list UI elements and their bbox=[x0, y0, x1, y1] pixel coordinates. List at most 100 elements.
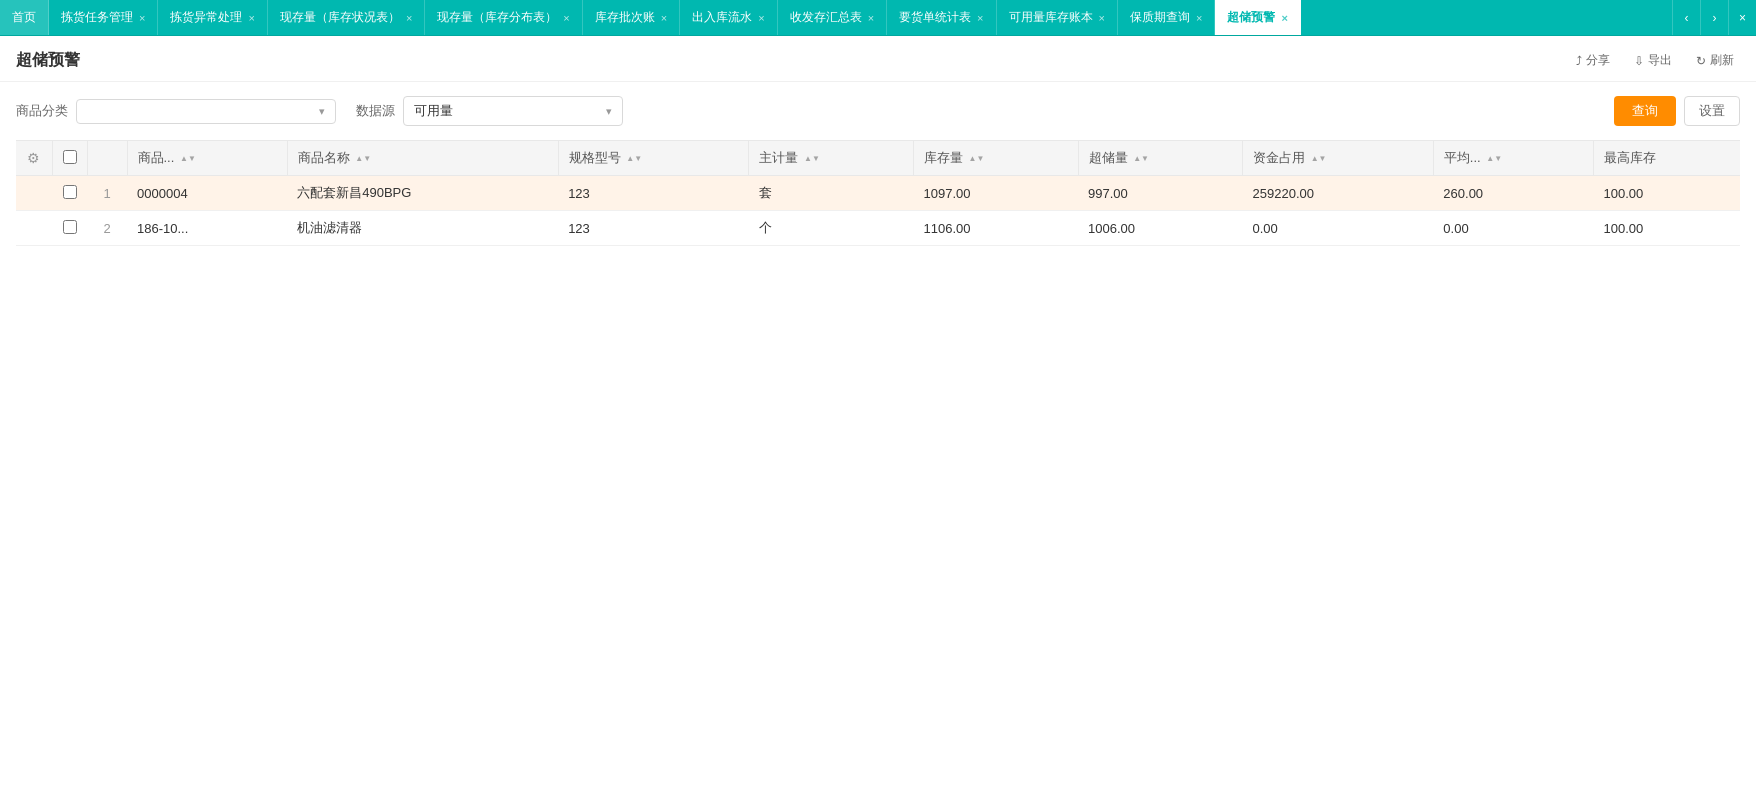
tab-quality-label: 保质期查询 bbox=[1130, 9, 1190, 26]
col-gear: ⚙ bbox=[16, 141, 52, 176]
col-max-stock-label: 最高库存 bbox=[1604, 150, 1656, 165]
tab-stock-dist[interactable]: 现存量（库存分布表） × bbox=[425, 0, 582, 36]
tab-batch-label: 库存批次账 bbox=[595, 9, 655, 26]
filter-bar: 商品分类 ▾ 数据源 可用量 ▾ 查询 设置 bbox=[0, 82, 1756, 140]
refresh-icon: ↻ bbox=[1696, 54, 1706, 68]
page-title: 超储预警 bbox=[16, 50, 80, 71]
tab-abnormal-close[interactable]: × bbox=[248, 12, 254, 24]
tab-avail-stock-label: 可用量库存账本 bbox=[1009, 9, 1093, 26]
export-label: 导出 bbox=[1648, 52, 1672, 69]
tab-overstock-label: 超储预警 bbox=[1227, 9, 1275, 26]
row-checkbox-cell-0[interactable] bbox=[52, 176, 87, 211]
tab-abnormal[interactable]: 拣货异常处理 × bbox=[158, 0, 267, 36]
export-button[interactable]: ⇩ 导出 bbox=[1628, 48, 1678, 73]
table-body: 1 0000004 六配套新昌490BPG 123 套 1097.00 997.… bbox=[16, 176, 1740, 246]
col-max-stock[interactable]: 最高库存 bbox=[1594, 141, 1740, 176]
share-label: 分享 bbox=[1586, 52, 1610, 69]
category-select[interactable]: ▾ bbox=[76, 99, 336, 124]
col-stock[interactable]: 库存量 ▲▼ bbox=[913, 141, 1078, 176]
datasource-select[interactable]: 可用量 ▾ bbox=[403, 96, 623, 126]
col-product-name-label: 商品名称 bbox=[298, 150, 350, 165]
row-avg-1: 0.00 bbox=[1433, 211, 1593, 246]
col-unit[interactable]: 主计量 ▲▼ bbox=[749, 141, 914, 176]
col-spec[interactable]: 规格型号 ▲▼ bbox=[558, 141, 749, 176]
table-header-row: ⚙ 商品... ▲▼ 商品名称 ▲▼ 规格型号 bbox=[16, 141, 1740, 176]
filter-actions: 查询 设置 bbox=[1614, 96, 1740, 126]
row-num-0: 1 bbox=[87, 176, 127, 211]
tab-batch-close[interactable]: × bbox=[661, 12, 667, 24]
tab-task-mgmt[interactable]: 拣货任务管理 × bbox=[49, 0, 158, 36]
sort-stock-icon[interactable]: ▲▼ bbox=[969, 155, 985, 163]
tab-avail-stock-close[interactable]: × bbox=[1099, 12, 1105, 24]
category-label: 商品分类 bbox=[16, 102, 68, 120]
tab-batch[interactable]: 库存批次账 × bbox=[583, 0, 680, 36]
sort-product-code-icon[interactable]: ▲▼ bbox=[180, 155, 196, 163]
sort-unit-icon[interactable]: ▲▼ bbox=[804, 155, 820, 163]
col-avg[interactable]: 平均... ▲▼ bbox=[1433, 141, 1593, 176]
col-product-code[interactable]: 商品... ▲▼ bbox=[127, 141, 287, 176]
share-button[interactable]: ⤴ 分享 bbox=[1570, 48, 1616, 73]
tab-stock-status-close[interactable]: × bbox=[406, 12, 412, 24]
datasource-dropdown-icon: ▾ bbox=[606, 105, 612, 118]
sort-spec-icon[interactable]: ▲▼ bbox=[626, 155, 642, 163]
table-row: 1 0000004 六配套新昌490BPG 123 套 1097.00 997.… bbox=[16, 176, 1740, 211]
header-actions: ⤴ 分享 ⇩ 导出 ↻ 刷新 bbox=[1570, 48, 1740, 73]
tab-quality[interactable]: 保质期查询 × bbox=[1118, 0, 1215, 36]
row-checkbox-0[interactable] bbox=[63, 185, 77, 199]
tab-inout-close[interactable]: × bbox=[758, 12, 764, 24]
tab-stock-dist-label: 现存量（库存分布表） bbox=[437, 9, 557, 26]
tab-overstock[interactable]: 超储预警 × bbox=[1215, 0, 1300, 36]
tab-scroll-right[interactable]: › bbox=[1700, 0, 1728, 36]
tab-stock-dist-close[interactable]: × bbox=[563, 12, 569, 24]
row-checkbox-cell-1[interactable] bbox=[52, 211, 87, 246]
page-content: 超储预警 ⤴ 分享 ⇩ 导出 ↻ 刷新 商品分类 ▾ bbox=[0, 36, 1756, 800]
tab-order-stat-close[interactable]: × bbox=[977, 12, 983, 24]
tab-stock-status[interactable]: 现存量（库存状况表） × bbox=[268, 0, 425, 36]
row-unit-1: 个 bbox=[749, 211, 914, 246]
tab-collect[interactable]: 收发存汇总表 × bbox=[778, 0, 887, 36]
row-capital-1: 0.00 bbox=[1243, 211, 1434, 246]
row-gear-1 bbox=[16, 211, 52, 246]
sort-avg-icon[interactable]: ▲▼ bbox=[1486, 155, 1502, 163]
row-spec-1: 123 bbox=[558, 211, 749, 246]
table-settings-icon[interactable]: ⚙ bbox=[27, 150, 40, 166]
col-spec-label: 规格型号 bbox=[569, 150, 621, 165]
export-icon: ⇩ bbox=[1634, 54, 1644, 68]
col-checkbox-all[interactable] bbox=[52, 141, 87, 176]
tab-task-mgmt-close[interactable]: × bbox=[139, 12, 145, 24]
row-product-name-1: 机油滤清器 bbox=[287, 211, 558, 246]
tab-scroll-left[interactable]: ‹ bbox=[1672, 0, 1700, 36]
tab-avail-stock[interactable]: 可用量库存账本 × bbox=[997, 0, 1118, 36]
table-row: 2 186-10... 机油滤清器 123 个 1106.00 1006.00 … bbox=[16, 211, 1740, 246]
row-unit-0: 套 bbox=[749, 176, 914, 211]
row-product-name-0: 六配套新昌490BPG bbox=[287, 176, 558, 211]
row-gear-0 bbox=[16, 176, 52, 211]
col-avg-label: 平均... bbox=[1444, 150, 1481, 165]
tab-home[interactable]: 首页 bbox=[0, 0, 49, 36]
row-checkbox-1[interactable] bbox=[63, 220, 77, 234]
tab-close-all[interactable]: × bbox=[1728, 0, 1756, 36]
settings-button[interactable]: 设置 bbox=[1684, 96, 1740, 126]
row-stock-1: 1106.00 bbox=[913, 211, 1078, 246]
tab-collect-label: 收发存汇总表 bbox=[790, 9, 862, 26]
tab-overstock-close[interactable]: × bbox=[1281, 12, 1287, 24]
tab-nav-arrows: ‹ › × bbox=[1672, 0, 1756, 36]
sort-capital-icon[interactable]: ▲▼ bbox=[1311, 155, 1327, 163]
row-stock-0: 1097.00 bbox=[913, 176, 1078, 211]
select-all-checkbox[interactable] bbox=[63, 150, 77, 164]
refresh-button[interactable]: ↻ 刷新 bbox=[1690, 48, 1740, 73]
tab-collect-close[interactable]: × bbox=[868, 12, 874, 24]
sort-overstock-icon[interactable]: ▲▼ bbox=[1133, 155, 1149, 163]
table-container: ⚙ 商品... ▲▼ 商品名称 ▲▼ 规格型号 bbox=[0, 140, 1756, 246]
query-button[interactable]: 查询 bbox=[1614, 96, 1676, 126]
tab-quality-close[interactable]: × bbox=[1196, 12, 1202, 24]
row-product-code-1: 186-10... bbox=[127, 211, 287, 246]
col-overstock[interactable]: 超储量 ▲▼ bbox=[1078, 141, 1243, 176]
col-capital[interactable]: 资金占用 ▲▼ bbox=[1243, 141, 1434, 176]
sort-product-name-icon[interactable]: ▲▼ bbox=[355, 155, 371, 163]
tab-inout[interactable]: 出入库流水 × bbox=[680, 0, 777, 36]
col-product-name[interactable]: 商品名称 ▲▼ bbox=[287, 141, 558, 176]
tab-order-stat[interactable]: 要货单统计表 × bbox=[887, 0, 996, 36]
refresh-label: 刷新 bbox=[1710, 52, 1734, 69]
col-product-code-label: 商品... bbox=[138, 150, 175, 165]
